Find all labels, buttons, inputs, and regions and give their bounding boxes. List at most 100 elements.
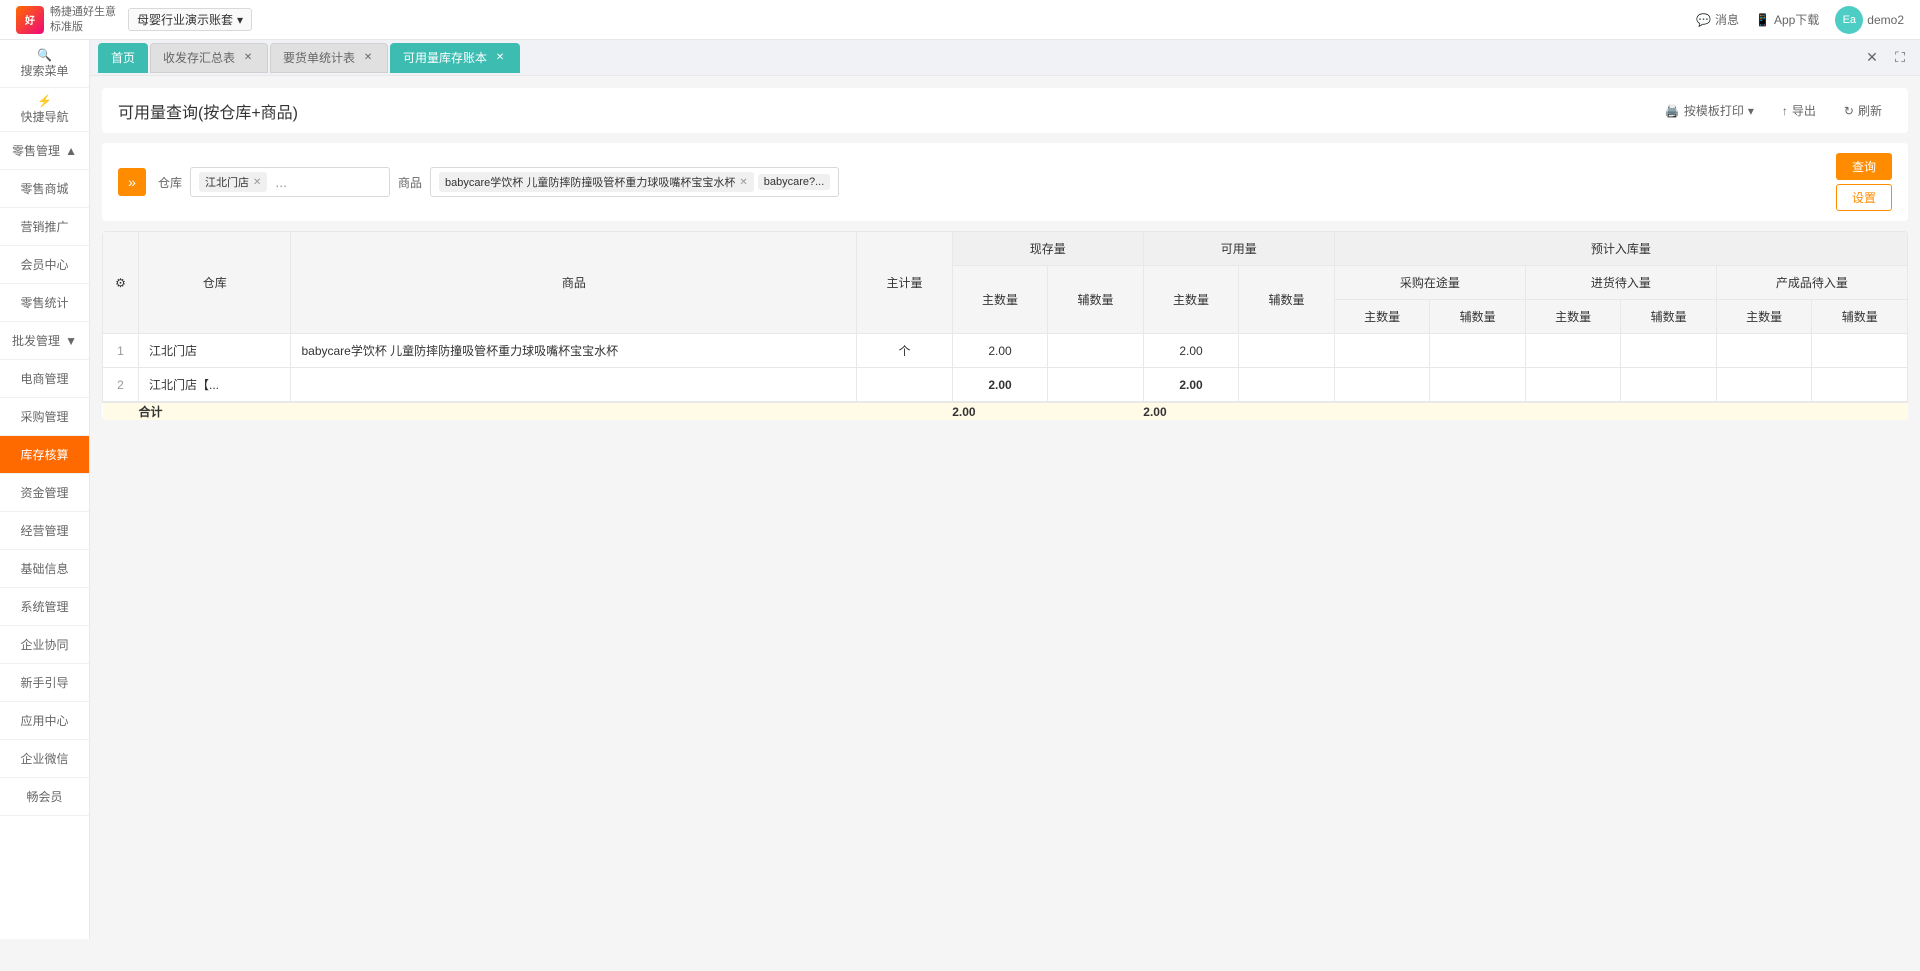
sidebar-item-system[interactable]: 系统管理 [0,588,89,626]
avail-aux-2 [1239,368,1335,403]
tab-close-receipts[interactable]: ✕ [241,51,255,65]
sidebar: 🔍 搜索菜单 ⚡ 快捷导航 零售管理 ▲ 零售商城 营销推广 会员中心 零售统计… [0,40,90,939]
chevron-down-icon: ▲ [65,144,77,158]
incoming-aux-qty-header: 辅数量 [1621,300,1717,334]
sidebar-item-inventory[interactable]: 库存核算 [0,436,89,474]
sidebar-item-finance[interactable]: 资金管理 [0,474,89,512]
warehouse-col-header: 仓库 [139,232,291,334]
avail-aux-1 [1239,334,1335,368]
user-area[interactable]: Ea demo2 [1835,6,1904,34]
current-aux-1 [1048,334,1144,368]
print-icon: 🖨️ [1665,104,1680,118]
purchase-aux-qty-header: 辅数量 [1430,300,1526,334]
warehouse-filter-label: 仓库 [158,174,182,191]
summary-avail-main: 2.00 [1143,402,1239,420]
purchase-aux-1 [1430,334,1526,368]
sidebar-quick-nav[interactable]: ⚡ 快捷导航 [0,88,89,132]
print-button[interactable]: 🖨️ 按模板打印 ▾ [1655,98,1764,123]
table-container: ⚙ 仓库 商品 主计量 现存量 可用量 预计入库量 主数量 [102,231,1908,420]
incoming-header: 进货待入量 [1525,266,1716,300]
message-icon: 💬 [1696,13,1711,27]
product-filter-input[interactable]: babycare学饮杯 儿童防摔防撞吸管杯重力球吸嘴杯宝宝水杯 ✕ babyca… [430,167,839,197]
sidebar-item-member-center[interactable]: 会员中心 [0,246,89,284]
query-button[interactable]: 查询 [1836,153,1892,180]
unit-col-header: 主计量 [857,232,953,334]
message-button[interactable]: 💬 消息 [1696,11,1739,28]
sidebar-item-member[interactable]: 畅会员 [0,778,89,816]
incoming-main-qty-header: 主数量 [1525,300,1621,334]
sidebar-item-ecommerce[interactable]: 电商管理 [0,360,89,398]
app-download-button[interactable]: 📱 App下载 [1755,11,1819,28]
sidebar-item-purchase[interactable]: 采购管理 [0,398,89,436]
current-aux-qty-header: 辅数量 [1048,266,1144,334]
filter-more-icon[interactable]: ... [271,174,291,190]
sidebar-item-retail-management[interactable]: 零售管理 ▲ [0,132,89,170]
summary-avail-aux [1239,402,1335,420]
sidebar-item-enterprise[interactable]: 企业协同 [0,626,89,664]
sidebar-item-retail-mall[interactable]: 零售商城 [0,170,89,208]
sidebar-item-enterprise-wechat[interactable]: 企业微信 [0,740,89,778]
page-content: 可用量查询(按仓库+商品) 🖨️ 按模板打印 ▾ ↑ 导出 ↻ 刷新 [90,76,1920,939]
filter-toggle-button[interactable]: » [118,168,146,196]
sidebar-item-app-center[interactable]: 应用中心 [0,702,89,740]
product-tag-close-1[interactable]: ✕ [739,177,747,188]
export-button[interactable]: ↑ 导出 [1772,98,1826,123]
current-main-1: 2.00 [952,334,1048,368]
production-aux-1 [1812,334,1908,368]
current-stock-header: 现存量 [952,232,1143,266]
logo-area: 好 畅捷通好生意 标准版 [16,5,116,34]
tab-close-all-button[interactable]: ✕ [1860,46,1884,70]
settings-icon[interactable]: ⚙ [115,276,126,290]
sidebar-item-newbie[interactable]: 新手引导 [0,664,89,702]
production-main-2 [1716,368,1812,403]
page-title: 可用量查询(按仓库+商品) [118,99,298,123]
sidebar-item-basic-info[interactable]: 基础信息 [0,550,89,588]
avail-main-2: 2.00 [1143,368,1239,403]
warehouse-tag-close[interactable]: ✕ [253,177,261,188]
table-row: 1 江北门店 babycare学饮杯 儿童防摔防撞吸管杯重力球吸嘴杯宝宝水杯 个… [103,334,1908,368]
summary-empty-1 [103,402,139,420]
purchase-aux-2 [1430,368,1526,403]
product-cell-1: babycare学饮杯 儿童防摔防撞吸管杯重力球吸嘴杯宝宝水杯 [291,334,857,368]
tab-receipts-summary[interactable]: 收发存汇总表 ✕ [150,43,268,73]
sidebar-item-marketing[interactable]: 营销推广 [0,208,89,246]
settings-col-header: ⚙ [103,232,139,334]
logo-text: 畅捷通好生意 标准版 [50,5,116,34]
content-area: 首页 收发存汇总表 ✕ 要货单统计表 ✕ 可用量库存账本 ✕ ✕ ⛶ [90,40,1920,939]
filter-area: » 仓库 江北门店 ✕ ... 商品 babycare学饮杯 儿童防摔防 [102,143,1908,221]
tab-maximize-button[interactable]: ⛶ [1888,46,1912,70]
production-main-qty-header: 主数量 [1716,300,1812,334]
sidebar-item-operations[interactable]: 经营管理 [0,512,89,550]
refresh-button[interactable]: ↻ 刷新 [1834,98,1892,123]
tab-close-order-stats[interactable]: ✕ [361,51,375,65]
product-filter-tag-2: babycare?... [758,174,831,190]
summary-production-main [1716,402,1812,420]
avatar: Ea [1835,6,1863,34]
warehouse-cell-1: 江北门店 [139,334,291,368]
product-filter-label: 商品 [398,174,422,191]
main-layout: 🔍 搜索菜单 ⚡ 快捷导航 零售管理 ▲ 零售商城 营销推广 会员中心 零售统计… [0,40,1920,939]
chevron-down-icon: ▾ [237,13,243,27]
warehouse-filter-input[interactable]: 江北门店 ✕ ... [190,167,390,197]
row-no-2: 2 [103,368,139,403]
table-wrapper: ⚙ 仓库 商品 主计量 现存量 可用量 预计入库量 主数量 [102,231,1908,420]
sidebar-search[interactable]: 🔍 搜索菜单 [0,40,89,88]
purchase-main-qty-header: 主数量 [1334,300,1430,334]
tab-home[interactable]: 首页 [98,43,148,73]
search-icon: 🔍 [37,48,52,62]
tab-close-inventory[interactable]: ✕ [493,51,507,65]
production-aux-2 [1812,368,1908,403]
top-bar: 好 畅捷通好生意 标准版 母婴行业演示账套 ▾ 💬 消息 📱 App下载 Ea … [0,0,1920,40]
tab-available-inventory[interactable]: 可用量库存账本 ✕ [390,43,520,73]
sidebar-item-wholesale[interactable]: 批发管理 ▼ [0,322,89,360]
production-header: 产成品待入量 [1716,266,1907,300]
sidebar-item-retail-stats[interactable]: 零售统计 [0,284,89,322]
settings-button[interactable]: 设置 [1836,184,1892,211]
tab-order-stats[interactable]: 要货单统计表 ✕ [270,43,388,73]
inventory-table: ⚙ 仓库 商品 主计量 现存量 可用量 预计入库量 主数量 [102,231,1908,420]
page-header: 可用量查询(按仓库+商品) 🖨️ 按模板打印 ▾ ↑ 导出 ↻ 刷新 [102,88,1908,133]
export-icon: ↑ [1782,104,1788,118]
summary-incoming-aux [1621,402,1717,420]
filter-buttons: 查询 设置 [1836,153,1892,211]
industry-selector[interactable]: 母婴行业演示账套 ▾ [128,8,252,31]
